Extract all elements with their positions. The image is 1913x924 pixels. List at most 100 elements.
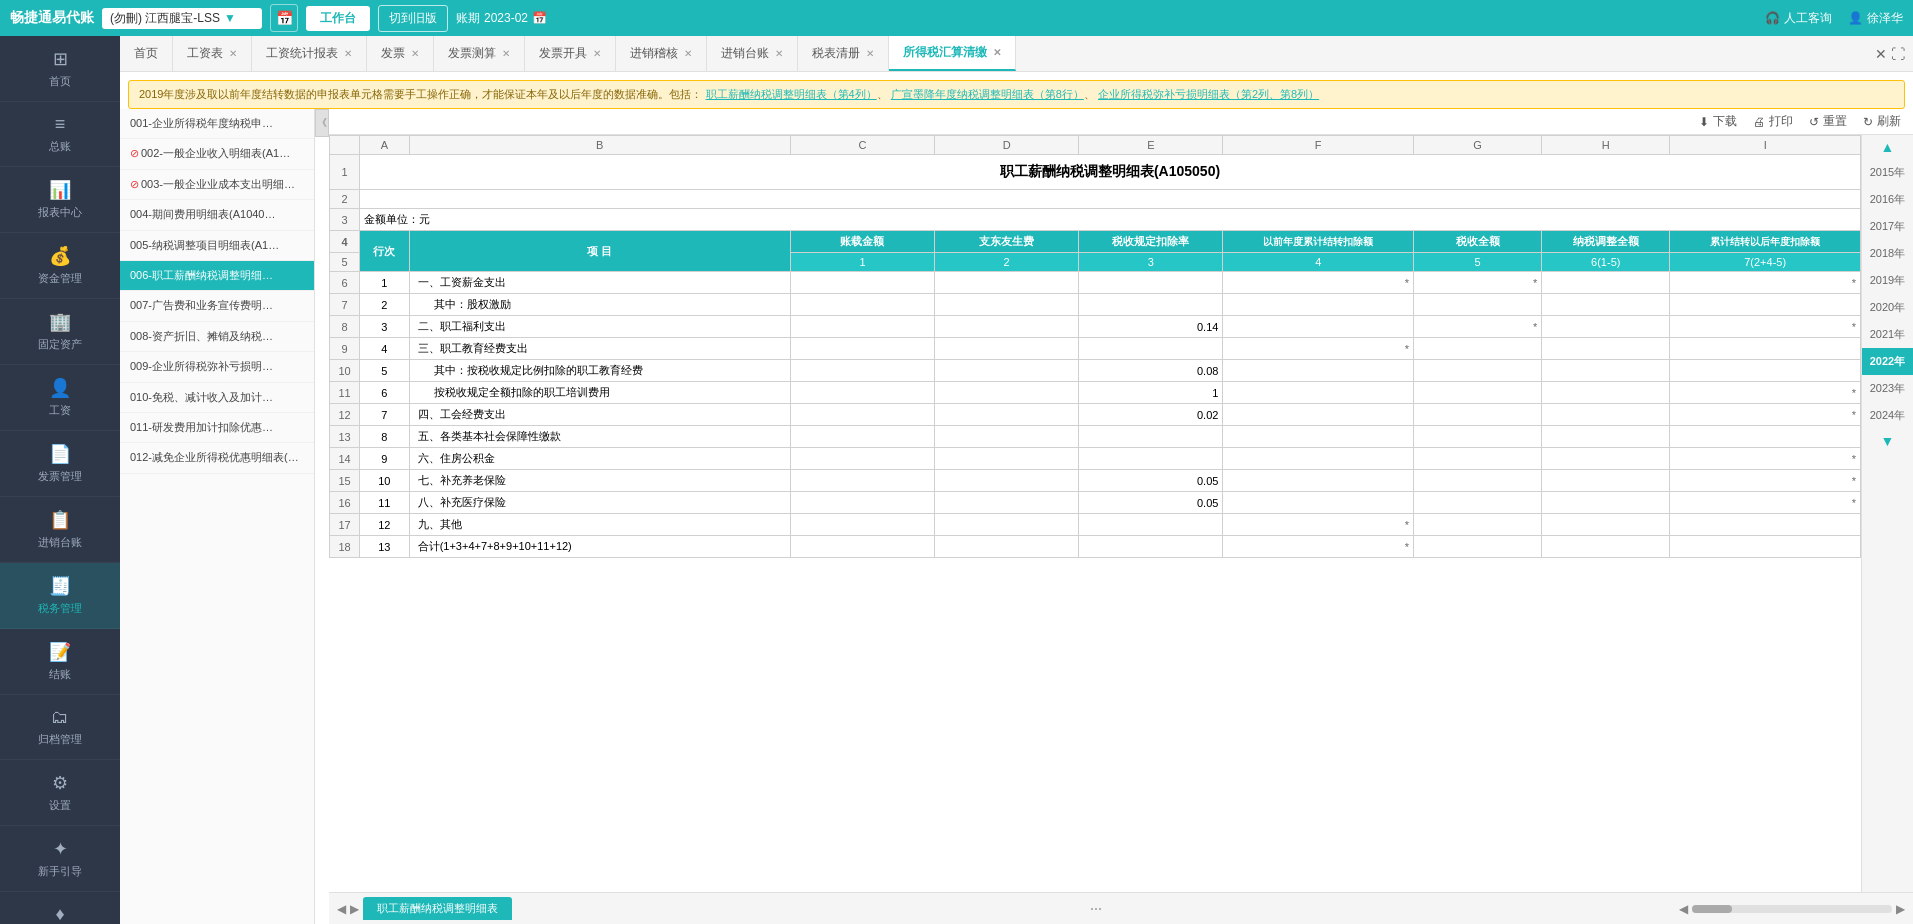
company-selector[interactable]: (勿刪) 江西腿宝-LSS ▼ xyxy=(102,8,262,29)
tab-invoice[interactable]: 发票 ✕ xyxy=(367,36,434,71)
calendar-icon-btn[interactable]: 📅 xyxy=(270,4,298,32)
tab-invoice-calc[interactable]: 发票测算 ✕ xyxy=(434,36,525,71)
header-d: 支东友生费 xyxy=(935,231,1079,253)
sidebar-item-ledger[interactable]: ≡ 总账 xyxy=(0,102,120,167)
table-row: 18 13 合计(1+3+4+7+8+9+10+11+12) * xyxy=(330,536,1861,558)
warn-link-1[interactable]: 职工薪酬纳税调整明细表（第4列） xyxy=(706,88,877,100)
left-nav-012[interactable]: 012-减免企业所得税优惠明细表(… xyxy=(120,443,314,473)
sheet-nav-left[interactable]: ◀ xyxy=(337,902,346,916)
reset-button[interactable]: ↺ 重置 xyxy=(1809,113,1847,130)
left-nav-001[interactable]: 001-企业所得税年度纳税申… xyxy=(120,109,314,139)
left-nav-007[interactable]: 007-广告费和业务宣传费明… xyxy=(120,291,314,321)
sheet-nav-right[interactable]: ▶ xyxy=(350,902,359,916)
sidebar-item-purchase-sale[interactable]: 📋 进销台账 xyxy=(0,497,120,563)
warn-link-3[interactable]: 企业所得税弥补亏损明细表（第2列、第8列） xyxy=(1098,88,1319,100)
year-2017[interactable]: 2017年 xyxy=(1862,213,1913,240)
header-f: 以前年度累计结转扣除额 xyxy=(1223,231,1414,253)
left-nav-002[interactable]: ⊘002-一般企业收入明细表(A1… xyxy=(120,139,314,169)
tab-close-tax-clear[interactable]: ✕ xyxy=(866,48,874,59)
sidebar-item-invoice-mgmt[interactable]: 📄 发票管理 xyxy=(0,431,120,497)
year-2023[interactable]: 2023年 xyxy=(1862,375,1913,402)
sidebar-item-payroll[interactable]: 👤 工资 xyxy=(0,365,120,431)
year-scroll-up[interactable]: ▲ xyxy=(1862,135,1913,159)
sidebar-item-new-guide[interactable]: ✦ 新手引导 xyxy=(0,826,120,892)
sidebar-label-fixed-assets: 固定资产 xyxy=(38,337,82,352)
left-nav-003[interactable]: ⊘003-一般企业业成本支出明细… xyxy=(120,170,314,200)
app-container: 畅捷通易代账 (勿刪) 江西腿宝-LSS ▼ 📅 工作台 切到旧版 账期 202… xyxy=(0,0,1913,924)
year-2022[interactable]: 2022年 xyxy=(1862,348,1913,375)
sidebar-item-settings[interactable]: ⚙ 设置 xyxy=(0,760,120,826)
sidebar-item-reports[interactable]: 📊 报表中心 xyxy=(0,167,120,233)
bottom-tab-bar: ◀ ▶ 职工薪酬纳税调整明细表 ⋯ ◀ ▶ xyxy=(329,892,1913,924)
sidebar-item-member[interactable]: ♦ 畅会员 xyxy=(0,892,120,924)
tab-income-tax[interactable]: 所得税汇算清缴 ✕ xyxy=(889,36,1016,71)
year-2016[interactable]: 2016年 xyxy=(1862,186,1913,213)
reset-icon: ↺ xyxy=(1809,115,1819,129)
tab-invoice-open[interactable]: 发票开具 ✕ xyxy=(525,36,616,71)
sidebar-item-archive[interactable]: 🗂 归档管理 xyxy=(0,695,120,760)
sidebar-item-assets-mgmt[interactable]: 💰 资金管理 xyxy=(0,233,120,299)
left-nav-008[interactable]: 008-资产折旧、摊销及纳税… xyxy=(120,322,314,352)
print-button[interactable]: 🖨 打印 xyxy=(1753,113,1793,130)
tab-purchase-ledger[interactable]: 进销台账 ✕ xyxy=(707,36,798,71)
tab-close-all-icon[interactable]: ✕ xyxy=(1875,46,1887,62)
scroll-right-icon[interactable]: ▶ xyxy=(1896,902,1905,916)
assets-mgmt-icon: 💰 xyxy=(49,245,71,267)
tab-close-invoice[interactable]: ✕ xyxy=(411,48,419,59)
row-1-num: 1 xyxy=(330,155,360,190)
year-2024[interactable]: 2024年 xyxy=(1862,402,1913,429)
spreadsheet-scroll[interactable]: A B C D E F G H I xyxy=(329,135,1861,892)
tab-close-income-tax[interactable]: ✕ xyxy=(993,47,1001,58)
old-version-button[interactable]: 切到旧版 xyxy=(378,5,448,32)
table-row: 6 1 一、工资薪金支出 * * xyxy=(330,272,1861,294)
tab-close-invoice-calc[interactable]: ✕ xyxy=(502,48,510,59)
sidebar-item-fixed-assets[interactable]: 🏢 固定资产 xyxy=(0,299,120,365)
tab-close-purchase-verify[interactable]: ✕ xyxy=(684,48,692,59)
tab-close-payroll-stat[interactable]: ✕ xyxy=(344,48,352,59)
year-2015[interactable]: 2015年 xyxy=(1862,159,1913,186)
tab-purchase-verify[interactable]: 进销稽核 ✕ xyxy=(616,36,707,71)
tab-home[interactable]: 首页 xyxy=(120,36,173,71)
support-link[interactable]: 🎧 人工客询 xyxy=(1765,10,1832,27)
refresh-button[interactable]: ↻ 刷新 xyxy=(1863,113,1901,130)
sheet-tab-active[interactable]: 职工薪酬纳税调整明细表 xyxy=(363,897,512,920)
left-nav-011[interactable]: 011-研发费用加计扣除优惠… xyxy=(120,413,314,443)
sidebar-label-reports: 报表中心 xyxy=(38,205,82,220)
left-nav-009[interactable]: 009-企业所得税弥补亏损明… xyxy=(120,352,314,382)
left-nav-006[interactable]: 006-职工薪酬纳税调整明细… xyxy=(120,261,314,291)
collapse-panel-btn[interactable]: 《 xyxy=(315,109,329,137)
horizontal-scrollbar[interactable] xyxy=(1692,905,1892,913)
work-bench-button[interactable]: 工作台 xyxy=(306,6,370,31)
sidebar-item-tax-mgmt[interactable]: 🧾 税务管理 xyxy=(0,563,120,629)
left-nav-005[interactable]: 005-纳税调整项目明细表(A1… xyxy=(120,231,314,261)
year-2019[interactable]: 2019年 xyxy=(1862,267,1913,294)
tab-tax-clear[interactable]: 税表清册 ✕ xyxy=(798,36,889,71)
table-row: 9 4 三、职工教育经费支出 * xyxy=(330,338,1861,360)
download-button[interactable]: ⬇ 下载 xyxy=(1699,113,1737,130)
year-2021[interactable]: 2021年 xyxy=(1862,321,1913,348)
content-area: 首页 工资表 ✕ 工资统计报表 ✕ 发票 ✕ 发票测算 ✕ xyxy=(120,36,1913,924)
col-H-header: H xyxy=(1542,136,1670,155)
tab-close-purchase-ledger[interactable]: ✕ xyxy=(775,48,783,59)
sidebar-item-settlement[interactable]: 📝 结账 xyxy=(0,629,120,695)
warn-link-2[interactable]: 广宣墨降年度纳税调整明细表（第8行） xyxy=(891,88,1084,100)
tab-payroll-stat[interactable]: 工资统计报表 ✕ xyxy=(252,36,367,71)
tab-close-payroll[interactable]: ✕ xyxy=(229,48,237,59)
period-calendar-icon[interactable]: 📅 xyxy=(532,11,547,25)
tab-maximize-icon[interactable]: ⛶ xyxy=(1891,46,1905,62)
tab-close-invoice-open[interactable]: ✕ xyxy=(593,48,601,59)
left-nav-010[interactable]: 010-免税、减计收入及加计… xyxy=(120,383,314,413)
year-scroll-down[interactable]: ▼ xyxy=(1862,429,1913,453)
sidebar-item-home[interactable]: ⊞ 首页 xyxy=(0,36,120,102)
scroll-left-icon[interactable]: ◀ xyxy=(1679,902,1688,916)
tab-payroll[interactable]: 工资表 ✕ xyxy=(173,36,252,71)
table-row: 13 8 五、各类基本社会保障性缴款 xyxy=(330,426,1861,448)
left-nav-004[interactable]: 004-期间费用明细表(A1040… xyxy=(120,200,314,230)
home-icon: ⊞ xyxy=(53,48,68,70)
year-2018[interactable]: 2018年 xyxy=(1862,240,1913,267)
year-2020[interactable]: 2020年 xyxy=(1862,294,1913,321)
split-view: 001-企业所得税年度纳税申… ⊘002-一般企业收入明细表(A1… ⊘003-… xyxy=(120,109,1913,924)
company-name: (勿刪) 江西腿宝-LSS xyxy=(110,10,220,27)
sheet-options-icon[interactable]: ⋯ xyxy=(1090,902,1102,916)
user-profile[interactable]: 👤 徐泽华 xyxy=(1848,10,1903,27)
